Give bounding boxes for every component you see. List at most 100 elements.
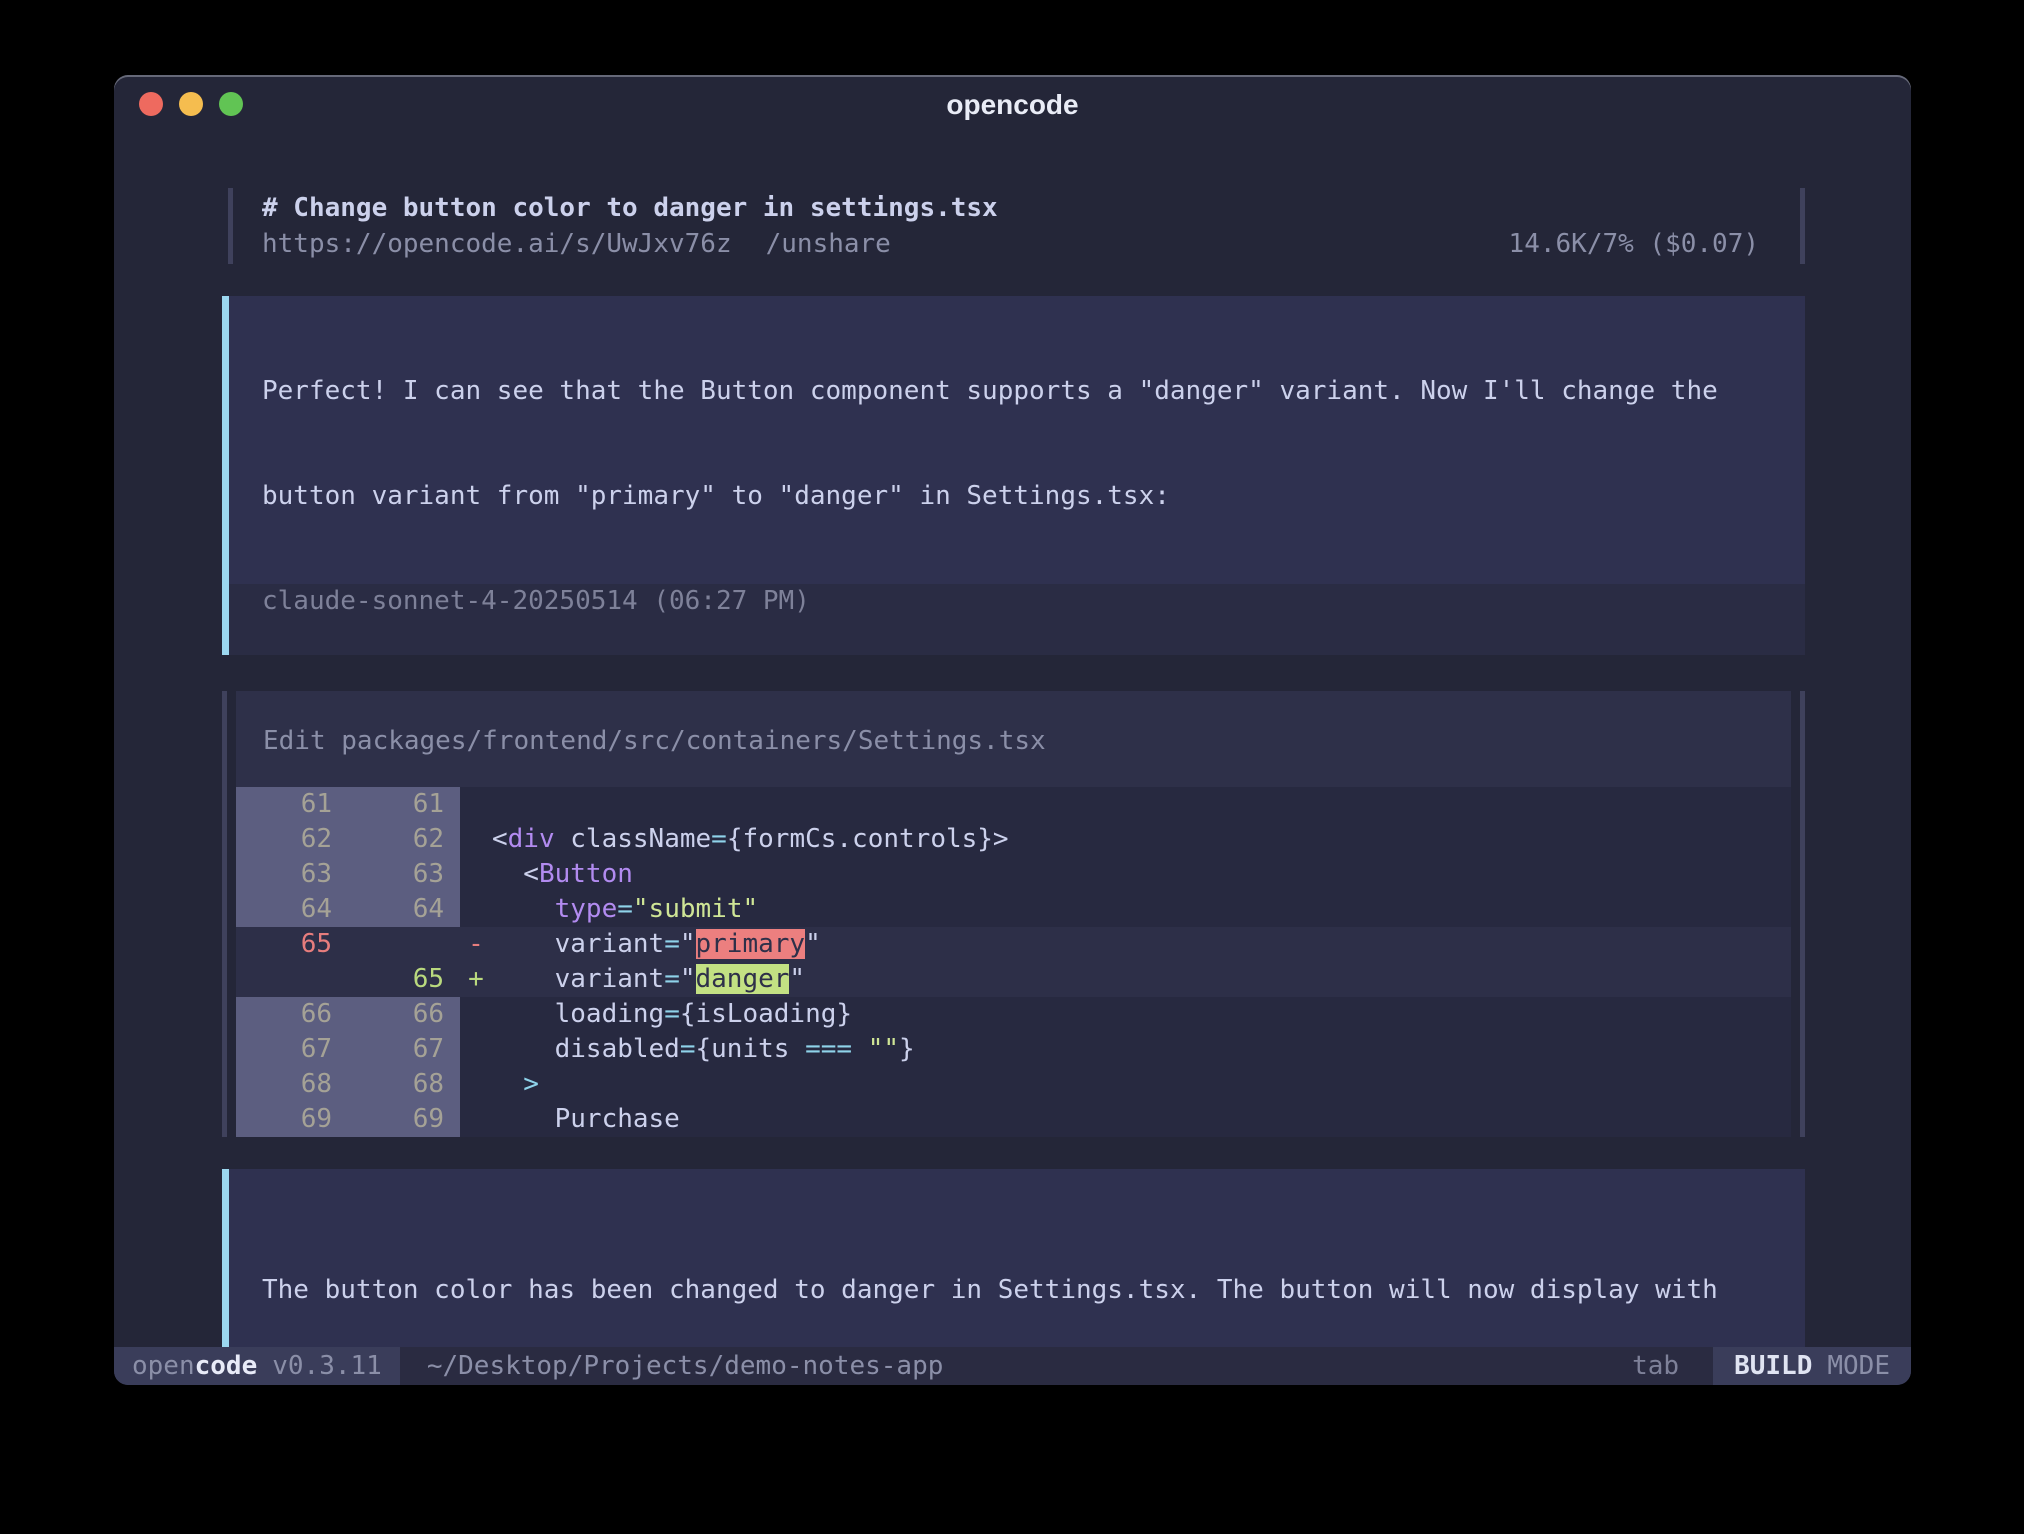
new-line-number: 66 — [348, 997, 460, 1032]
code-token: === — [805, 1034, 852, 1064]
titlebar: opencode — [114, 75, 1911, 133]
code-token: loading — [492, 999, 664, 1029]
old-line-number: 63 — [236, 857, 348, 892]
diff-marker — [460, 1067, 492, 1102]
diff-view: 6161 6262 <div className={formCs.control… — [236, 787, 1791, 1137]
code-line: type="submit" — [492, 892, 1791, 927]
new-line-number: 68 — [348, 1067, 460, 1102]
code-token: div — [508, 824, 555, 854]
mode-name: BUILD — [1734, 1351, 1812, 1381]
assistant-message: Perfect! I can see that the Button compo… — [222, 296, 1805, 655]
code-token — [492, 894, 555, 924]
build-mode-toggle[interactable]: BUILD MODE — [1713, 1347, 1911, 1385]
edit-tool-inner: Edit packages/frontend/src/containers/Se… — [236, 691, 1791, 1137]
code-line: variant="danger" — [492, 962, 1791, 997]
old-line-number: 66 — [236, 997, 348, 1032]
code-token: "" — [852, 1034, 899, 1064]
opencode-window: opencode # Change button color to danger… — [114, 75, 1911, 1385]
assistant-message-body: Perfect! I can see that the Button compo… — [229, 296, 1805, 584]
code-token: danger — [696, 964, 790, 994]
code-token: variant — [492, 964, 664, 994]
code-line: disabled={units === ""} — [492, 1032, 1791, 1067]
header-right-rule — [1800, 188, 1805, 264]
new-line-number: 69 — [348, 1102, 460, 1137]
session-header: # Change button color to danger in setti… — [228, 188, 1805, 264]
new-line-number — [348, 927, 460, 962]
old-line-number: 68 — [236, 1067, 348, 1102]
mode-suffix: MODE — [1827, 1351, 1890, 1381]
code-line: variant="primary" — [492, 927, 1791, 962]
share-url-link[interactable]: https://opencode.ai/s/UwJxv76z — [262, 226, 732, 262]
app-name-code: code — [195, 1351, 258, 1381]
diff-marker — [460, 822, 492, 857]
app-version-segment: opencode v0.3.11 — [114, 1347, 400, 1385]
code-line: Purchase — [492, 1102, 1791, 1137]
old-line-number: 62 — [236, 822, 348, 857]
code-token: {isLoading} — [680, 999, 852, 1029]
screen: opencode # Change button color to danger… — [0, 0, 2024, 1534]
old-line-number — [236, 962, 348, 997]
unshare-command[interactable]: /unshare — [766, 226, 891, 262]
new-line-number: 67 — [348, 1032, 460, 1067]
message-line: Perfect! I can see that the Button compo… — [262, 374, 1795, 409]
code-token: " — [680, 964, 696, 994]
assistant-message-body: The button color has been changed to dan… — [229, 1169, 1805, 1347]
diff-row: 65- variant="primary" — [236, 927, 1791, 962]
old-line-number: 61 — [236, 787, 348, 822]
code-token: className — [555, 824, 712, 854]
code-line: > — [492, 1067, 1791, 1102]
code-token: {formCs.controls}> — [727, 824, 1009, 854]
tool-right-rule — [1800, 691, 1805, 1137]
new-line-number: 63 — [348, 857, 460, 892]
window-title: opencode — [114, 89, 1911, 121]
diff-row: 6161 — [236, 787, 1791, 822]
app-version: v0.3.11 — [272, 1351, 382, 1381]
code-token: Button — [539, 859, 633, 889]
code-token: {units — [696, 1034, 806, 1064]
diff-marker — [460, 1032, 492, 1067]
code-token: < — [492, 824, 508, 854]
old-line-number: 67 — [236, 1032, 348, 1067]
diff-row: 65+ variant="danger" — [236, 962, 1791, 997]
edit-tool-card: Edit packages/frontend/src/containers/Se… — [222, 691, 1805, 1137]
diff-row: 6464 type="submit" — [236, 892, 1791, 927]
old-line-number: 64 — [236, 892, 348, 927]
code-token: = — [711, 824, 727, 854]
app-name-open: open — [132, 1351, 195, 1381]
diff-marker — [460, 892, 492, 927]
diff-row: 6666 loading={isLoading} — [236, 997, 1791, 1032]
diff-row: 6969 Purchase — [236, 1102, 1791, 1137]
assistant-message: The button color has been changed to dan… — [222, 1169, 1805, 1347]
code-line — [492, 787, 1791, 822]
token-usage: 14.6K/7% ($0.07) — [1509, 226, 1759, 262]
header-left-rule — [228, 188, 233, 264]
code-token: = — [664, 964, 680, 994]
code-line: <div className={formCs.controls}> — [492, 822, 1791, 857]
code-token: = — [664, 929, 680, 959]
diff-marker — [460, 787, 492, 822]
tab-key-hint: tab — [1632, 1347, 1679, 1385]
old-line-number: 65 — [236, 927, 348, 962]
diff-marker: + — [460, 962, 492, 997]
code-token: variant — [492, 929, 664, 959]
tool-left-rule — [222, 691, 227, 1137]
new-line-number: 65 — [348, 962, 460, 997]
diff-row: 6868 > — [236, 1067, 1791, 1102]
session-content: # Change button color to danger in setti… — [114, 133, 1911, 1347]
code-token: = — [680, 1034, 696, 1064]
code-token: " — [680, 929, 696, 959]
edit-tool-title: Edit packages/frontend/src/containers/Se… — [236, 691, 1791, 787]
code-line: <Button — [492, 857, 1791, 892]
code-token: primary — [696, 929, 806, 959]
diff-marker — [460, 997, 492, 1032]
status-bar: opencodev0.3.11 ~/Desktop/Projects/demo-… — [114, 1347, 1911, 1385]
code-token: = — [664, 999, 680, 1029]
diff-row: 6767 disabled={units === ""} — [236, 1032, 1791, 1067]
diff-row: 6363 <Button — [236, 857, 1791, 892]
code-token: " — [805, 929, 821, 959]
session-title: # Change button color to danger in setti… — [262, 190, 1795, 226]
code-token: "submit" — [633, 894, 758, 924]
new-line-number: 61 — [348, 787, 460, 822]
new-line-number: 62 — [348, 822, 460, 857]
code-token: < — [492, 859, 539, 889]
